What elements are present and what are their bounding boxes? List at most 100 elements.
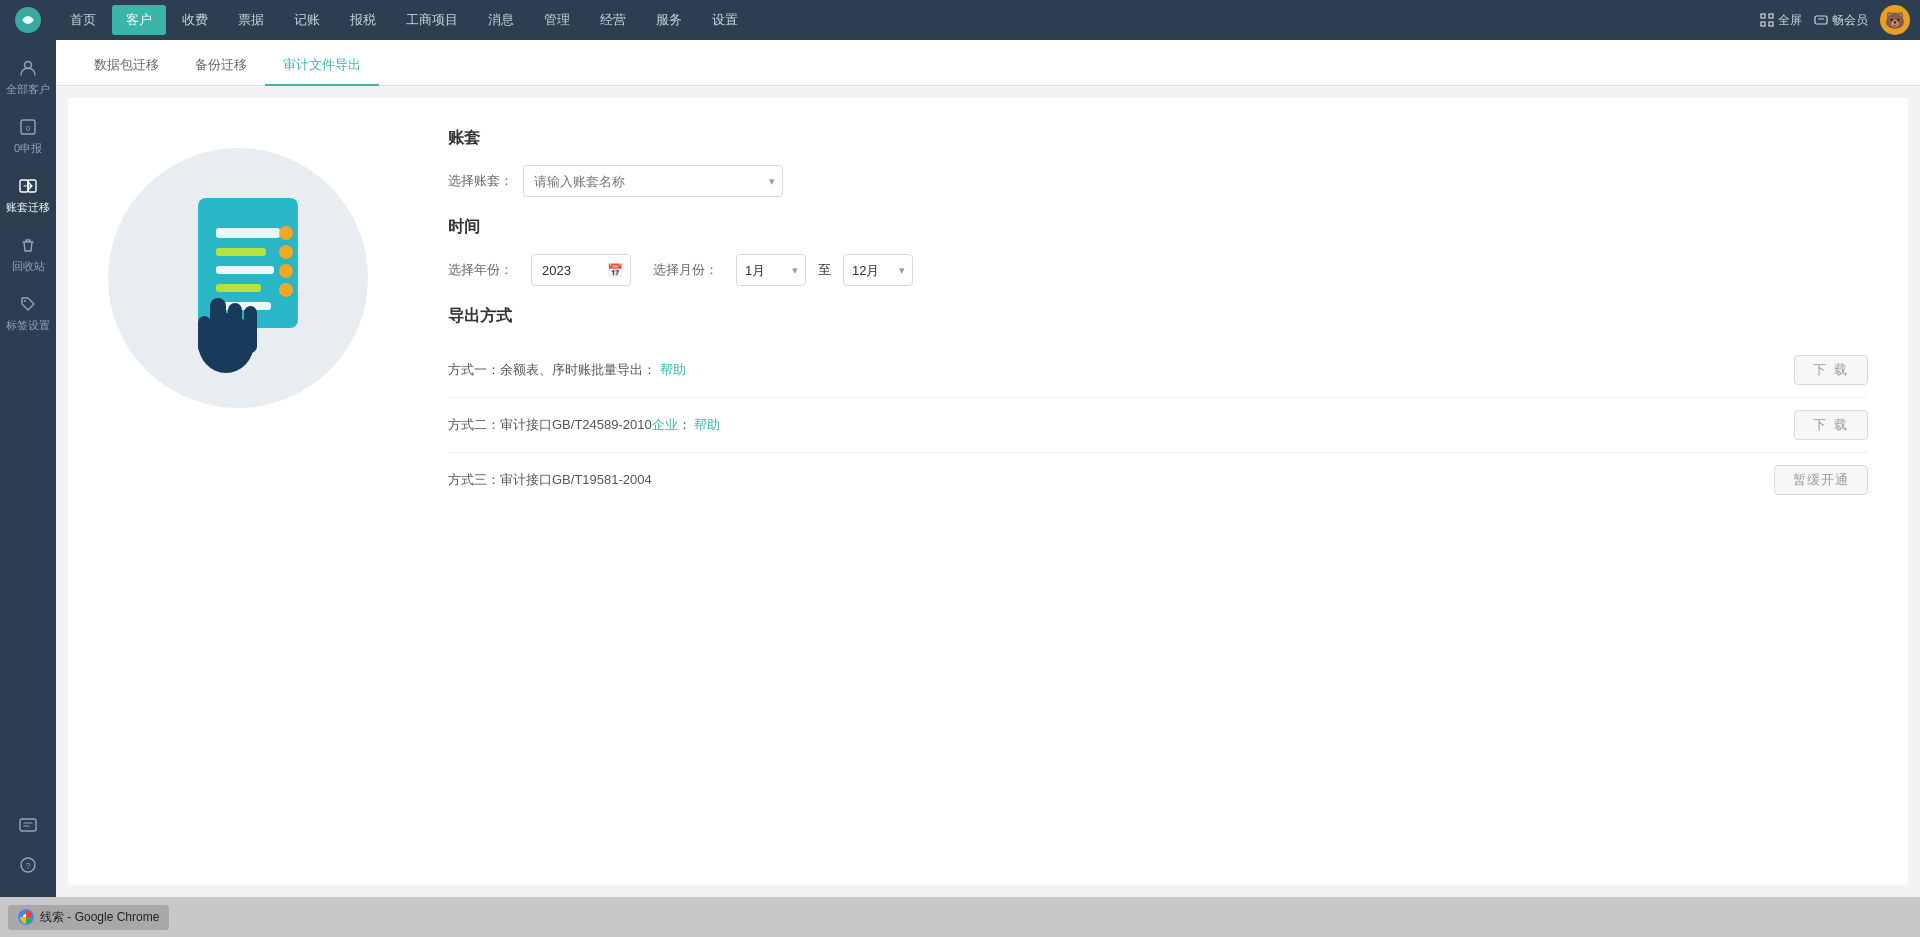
sidebar-item-label: 标签设置	[6, 318, 50, 333]
export-method-3-row: 方式三：审计接口GB/T19581-2004 暂缓开通	[448, 453, 1868, 507]
svg-text:?: ?	[25, 861, 30, 871]
nav-message[interactable]: 消息	[474, 5, 528, 35]
page-content: 账套 选择账套： ▾ 时间 选择年份： 📅 选择月份：	[68, 98, 1908, 885]
svg-rect-28	[228, 303, 242, 353]
month-end-wrapper: 1月 2月 3月 4月 5月 6月 7月 8月 9月 10月 11月 12月	[843, 254, 913, 286]
method1-prefix-text: 方式一：余额表、序时账批量导出：	[448, 362, 656, 377]
calendar-icon: 📅	[607, 263, 623, 278]
nav-tax[interactable]: 报税	[336, 5, 390, 35]
sidebar-item-label: 0申报	[14, 141, 42, 156]
fullscreen-label: 全屏	[1778, 12, 1802, 29]
svg-rect-13	[20, 819, 36, 831]
account-select-wrapper	[523, 165, 783, 197]
nav-settings[interactable]: 设置	[698, 5, 752, 35]
method2-prefix-text: 方式二：审计接口GB/T24589-2010	[448, 417, 652, 432]
nav-items: 首页 客户 收费 票据 记账 报税 工商项目 消息 管理 经营 服务 设置	[56, 5, 1760, 35]
nav-client[interactable]: 客户	[112, 5, 166, 35]
sidebar-item-migrate[interactable]: 账套迁移	[0, 166, 56, 225]
taskbar-item-label: 线索 - Google Chrome	[40, 909, 159, 926]
nav-fee[interactable]: 收费	[168, 5, 222, 35]
sidebar-bottom-msg[interactable]	[0, 805, 56, 845]
time-section-title: 时间	[448, 217, 1868, 238]
member-label: 畅会员	[1832, 12, 1868, 29]
svg-rect-17	[216, 228, 280, 238]
svg-rect-5	[1815, 16, 1827, 24]
time-row: 选择年份： 📅 选择月份： 1月 2月 3月 4月 5月 6月	[448, 254, 1868, 286]
nav-home[interactable]: 首页	[56, 5, 110, 35]
nav-bookkeep[interactable]: 记账	[280, 5, 334, 35]
export-method-3-label: 方式三：审计接口GB/T19581-2004	[448, 471, 1774, 489]
nav-bizproject[interactable]: 工商项目	[392, 5, 472, 35]
svg-rect-2	[1769, 14, 1773, 18]
tab-backup-migrate[interactable]: 备份迁移	[177, 46, 265, 86]
svg-point-23	[279, 245, 293, 259]
export-section-title: 导出方式	[448, 306, 1868, 327]
tab-audit-export[interactable]: 审计文件导出	[265, 46, 379, 86]
svg-rect-18	[216, 248, 266, 256]
taskbar-chrome-item[interactable]: 线索 - Google Chrome	[8, 905, 169, 930]
time-separator: 至	[818, 261, 831, 279]
month-start-select[interactable]: 1月 2月 3月 4月 5月 6月 7月 8月 9月 10月 11月 12月	[736, 254, 806, 286]
month-end-select[interactable]: 1月 2月 3月 4月 5月 6月 7月 8月 9月 10月 11月 12月	[843, 254, 913, 286]
left-sidebar: 全部客户 0 0申报 账套迁移 回收站 标签设置 ?	[0, 40, 56, 897]
svg-point-12	[24, 300, 26, 302]
sidebar-bottom-help[interactable]: ?	[0, 845, 56, 885]
account-label: 选择账套：	[448, 172, 513, 190]
app-logo[interactable]	[10, 2, 46, 38]
sidebar-item-tag-settings[interactable]: 标签设置	[0, 284, 56, 343]
sidebar-bottom: ?	[0, 805, 56, 897]
svg-point-24	[279, 264, 293, 278]
svg-rect-3	[1761, 22, 1765, 26]
sidebar-item-trash[interactable]: 回收站	[0, 225, 56, 284]
svg-rect-1	[1761, 14, 1765, 18]
export-method-1-label: 方式一：余额表、序时账批量导出： 帮助	[448, 361, 1794, 379]
export-method-1-row: 方式一：余额表、序时账批量导出： 帮助 下 载	[448, 343, 1868, 398]
avatar[interactable]: 🐻	[1880, 5, 1910, 35]
method2-suffix-text: ：	[678, 417, 691, 432]
svg-rect-27	[210, 298, 226, 353]
sidebar-item-label: 全部客户	[6, 82, 50, 97]
month-label: 选择月份：	[653, 261, 718, 279]
svg-rect-19	[216, 266, 274, 274]
sidebar-item-zero-declare[interactable]: 0 0申报	[0, 107, 56, 166]
nav-operation[interactable]: 经营	[586, 5, 640, 35]
tab-data-migrate[interactable]: 数据包迁移	[76, 46, 177, 86]
sidebar-item-all-clients[interactable]: 全部客户	[0, 48, 56, 107]
sidebar-item-label: 回收站	[12, 259, 45, 274]
member-button[interactable]: 畅会员	[1814, 12, 1868, 29]
method2-download-button[interactable]: 下 载	[1794, 410, 1868, 440]
illustration-circle	[108, 148, 368, 408]
svg-rect-4	[1769, 22, 1773, 26]
export-method-2-label: 方式二：审计接口GB/T24589-2010企业： 帮助	[448, 416, 1794, 434]
sidebar-item-label: 账套迁移	[6, 200, 50, 215]
svg-rect-30	[198, 316, 211, 354]
svg-text:0: 0	[26, 124, 31, 133]
form-area: 账套 选择账套： ▾ 时间 选择年份： 📅 选择月份：	[448, 128, 1868, 507]
method3-open-button[interactable]: 暂缓开通	[1774, 465, 1868, 495]
year-label: 选择年份：	[448, 261, 513, 279]
account-row: 选择账套： ▾	[448, 165, 1868, 197]
content-area: 数据包迁移 备份迁移 审计文件导出	[56, 40, 1920, 897]
top-navigation: 首页 客户 收费 票据 记账 报税 工商项目 消息 管理 经营 服务 设置 全屏…	[0, 0, 1920, 40]
year-input-wrapper: 📅	[531, 254, 631, 286]
nav-service[interactable]: 服务	[642, 5, 696, 35]
export-section: 导出方式 方式一：余额表、序时账批量导出： 帮助 下 载 方式二：审计接口GB/…	[448, 306, 1868, 507]
nav-manage[interactable]: 管理	[530, 5, 584, 35]
account-input[interactable]	[523, 165, 783, 197]
main-layout: 全部客户 0 0申报 账套迁移 回收站 标签设置 ?	[0, 40, 1920, 897]
svg-point-22	[279, 226, 293, 240]
svg-rect-29	[244, 306, 257, 353]
svg-rect-20	[216, 284, 261, 292]
method2-help-link[interactable]: 帮助	[694, 417, 720, 432]
svg-point-25	[279, 283, 293, 297]
method1-download-button[interactable]: 下 载	[1794, 355, 1868, 385]
tabs-bar: 数据包迁移 备份迁移 审计文件导出	[56, 40, 1920, 86]
nav-invoice[interactable]: 票据	[224, 5, 278, 35]
taskbar: 线索 - Google Chrome	[0, 897, 1920, 937]
account-section-title: 账套	[448, 128, 1868, 149]
illustration-area	[108, 148, 388, 428]
export-method-2-row: 方式二：审计接口GB/T24589-2010企业： 帮助 下 载	[448, 398, 1868, 453]
fullscreen-button[interactable]: 全屏	[1760, 12, 1802, 29]
month-start-wrapper: 1月 2月 3月 4月 5月 6月 7月 8月 9月 10月 11月 12月	[736, 254, 806, 286]
method1-help-link[interactable]: 帮助	[660, 362, 686, 377]
